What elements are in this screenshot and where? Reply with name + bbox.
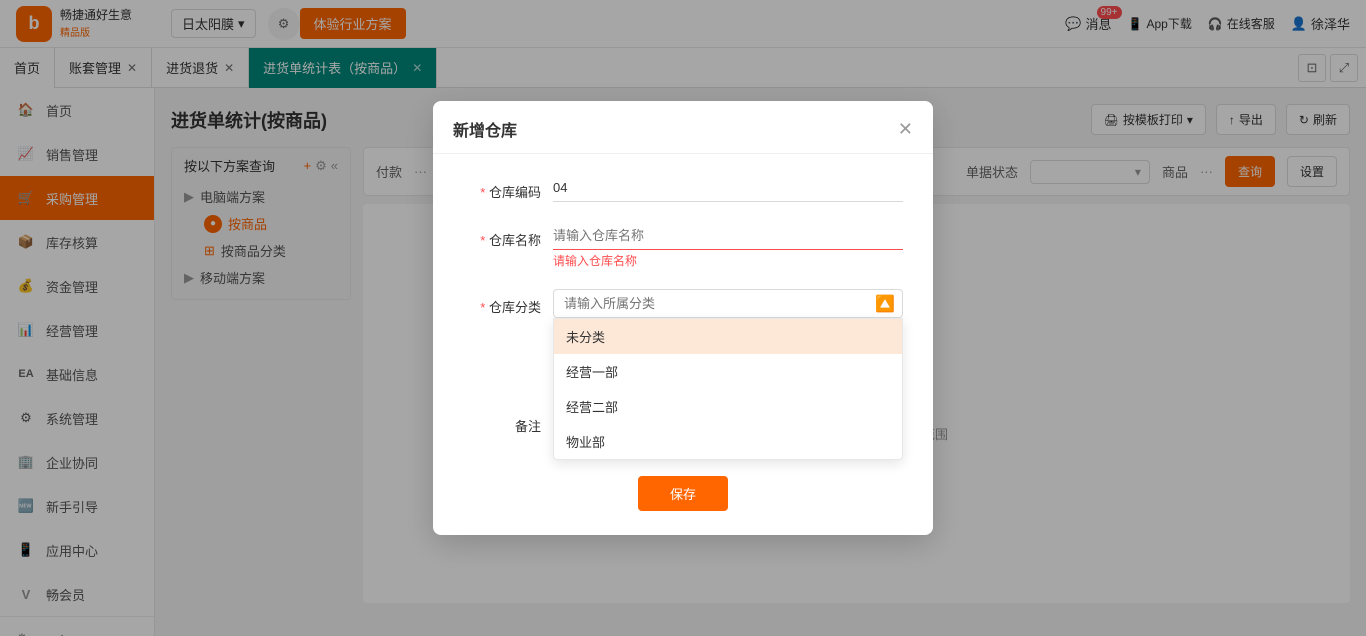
category-label: * 仓库分类: [463, 289, 553, 316]
code-field: [553, 174, 903, 202]
name-label: * 仓库名称: [463, 222, 553, 249]
dialog-header: 新增仓库 ✕: [433, 101, 933, 154]
dialog-title: 新增仓库: [453, 117, 517, 141]
form-row-code: * 仓库编码: [463, 174, 903, 202]
overlay: 新增仓库 ✕ * 仓库编码 * 仓库名称 请输入仓库名称: [0, 0, 1366, 636]
note-label: 备注: [463, 408, 553, 435]
name-error-msg: 请输入仓库名称: [553, 252, 903, 269]
save-button[interactable]: 保存: [638, 476, 728, 511]
dialog-close-button[interactable]: ✕: [898, 119, 913, 140]
dropdown-item-2[interactable]: 经营二部: [554, 389, 902, 424]
dialog-new-warehouse: 新增仓库 ✕ * 仓库编码 * 仓库名称 请输入仓库名称: [433, 101, 933, 535]
dialog-body: * 仓库编码 * 仓库名称 请输入仓库名称 * 仓库分类: [433, 154, 933, 476]
form-row-name: * 仓库名称 请输入仓库名称: [463, 222, 903, 269]
dropdown-item-3[interactable]: 物业部: [554, 424, 902, 459]
name-field: 请输入仓库名称: [553, 222, 903, 269]
code-input[interactable]: [553, 174, 903, 202]
category-field: 🔼 未分类 经营一部 经营二部 物业部: [553, 289, 903, 318]
name-input[interactable]: [553, 222, 903, 250]
category-dropdown: 未分类 经营一部 经营二部 物业部: [553, 318, 903, 460]
dropdown-item-0[interactable]: 未分类: [554, 319, 902, 354]
code-label: * 仓库编码: [463, 174, 553, 201]
category-input[interactable]: [553, 289, 903, 318]
dialog-footer: 保存: [433, 476, 933, 511]
form-row-category: * 仓库分类 🔼 未分类 经营一部 经营二部 物业部: [463, 289, 903, 318]
dropdown-item-1[interactable]: 经营一部: [554, 354, 902, 389]
